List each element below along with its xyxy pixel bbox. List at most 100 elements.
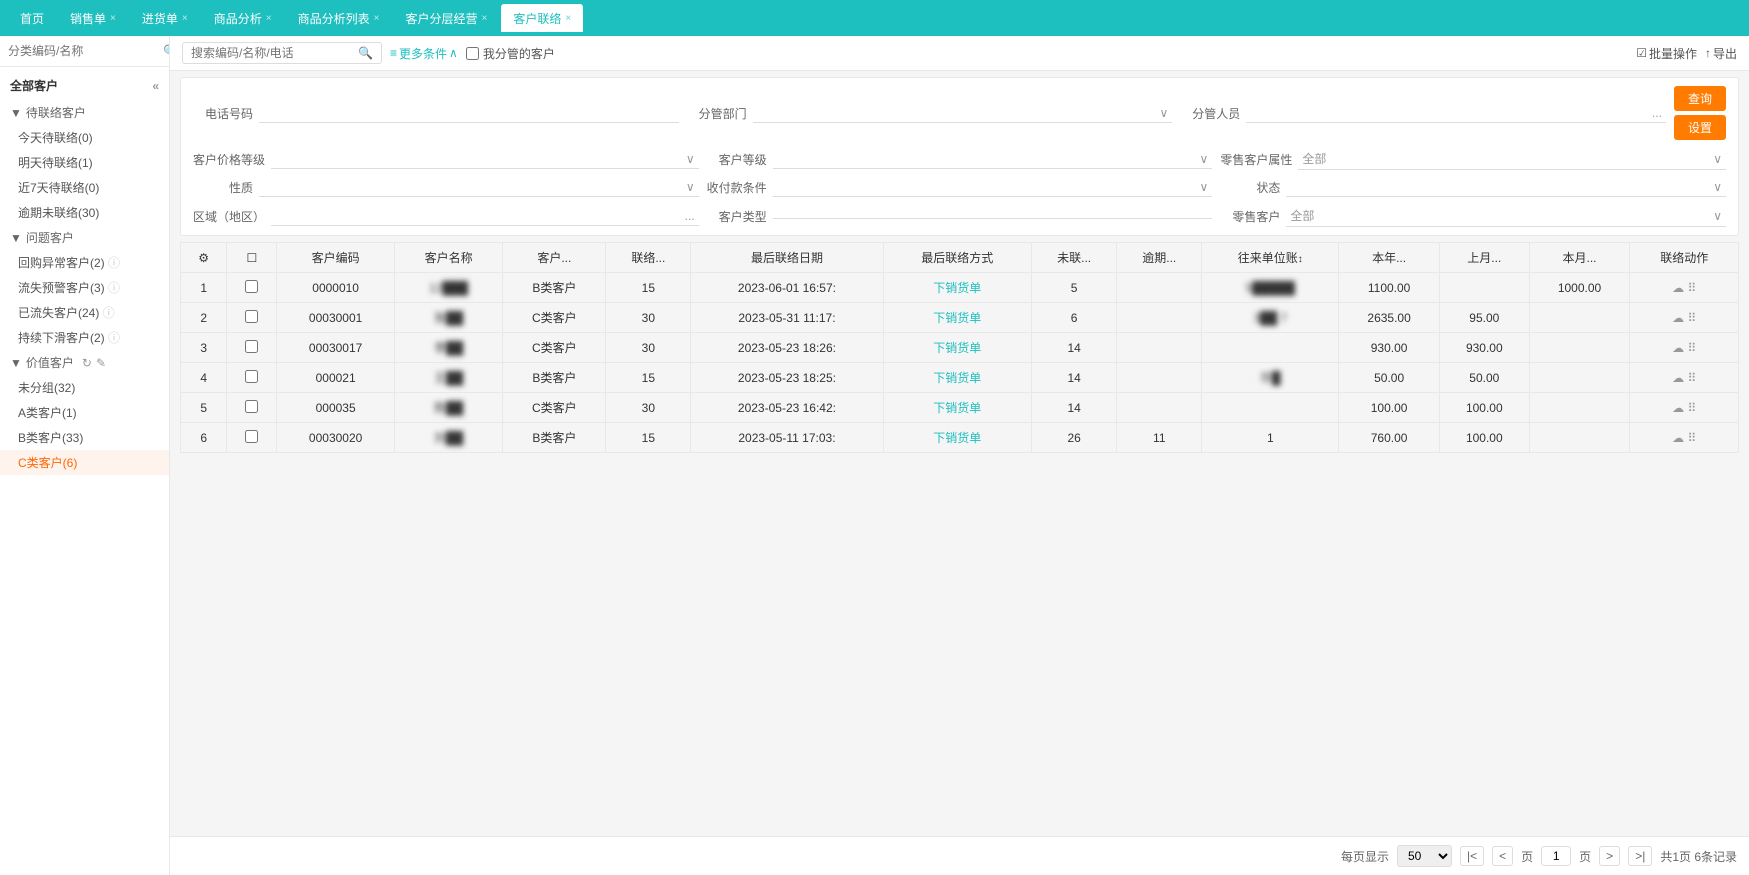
row4-action[interactable]: ☁ ⠿ [1630,363,1739,393]
last-page-btn[interactable]: >| [1628,846,1652,866]
region-dots-icon[interactable]: ... [685,209,695,223]
col-name[interactable]: 客户名称 [394,243,503,273]
first-page-btn[interactable]: |< [1460,846,1484,866]
more-conditions-btn[interactable]: ≡ 更多条件 ∧ [390,45,458,62]
export-btn[interactable]: ↑ 导出 [1705,45,1737,62]
sidebar-section-value[interactable]: ▼ 价值客户 ↻ ✎ [0,350,169,375]
batch-operations-btn[interactable]: ☑ 批量操作 [1636,45,1697,62]
retail-attr-select[interactable]: 全部 ∨ [1298,148,1726,170]
prev-page-btn[interactable]: < [1492,846,1513,866]
sidebar-item-today[interactable]: 今天待联络(0) [0,125,169,150]
row3-check[interactable] [227,333,277,363]
per-page-select[interactable]: 50 100 [1397,845,1452,867]
sidebar-item-7days[interactable]: 近7天待联络(0) [0,175,169,200]
dept-select[interactable]: ∨ [753,104,1173,123]
sidebar-item-unclassified[interactable]: 未分组(32) [0,375,169,400]
col-last-month[interactable]: 上月... [1440,243,1530,273]
row2-last-method[interactable]: 下销货单 [883,303,1032,333]
sidebar-search-icon[interactable]: 🔍 [163,44,170,58]
row4-last-method[interactable]: 下销货单 [883,363,1032,393]
row1-action[interactable]: ☁ ⠿ [1630,273,1739,303]
status-select[interactable]: ∨ [1286,178,1726,197]
edit-icon[interactable]: ✎ [96,356,106,370]
nav-purchase-close-icon[interactable]: × [182,13,188,24]
payment-select[interactable]: ∨ [773,178,1213,197]
nav-product-analysis-close-icon[interactable]: × [266,13,272,24]
col-overdue[interactable]: 逾期... [1117,243,1202,273]
row1-last-method[interactable]: 下销货单 [883,273,1032,303]
col-this-month[interactable]: 本月... [1529,243,1630,273]
my-customers-checkbox[interactable]: 我分管的客户 [466,45,555,62]
nav-customer-tier-close-icon[interactable]: × [481,13,487,24]
row5-action[interactable]: ☁ ⠿ [1630,393,1739,423]
col-unlinked[interactable]: 未联... [1032,243,1117,273]
row6-action[interactable]: ☁ ⠿ [1630,423,1739,453]
col-type[interactable]: 客户... [503,243,606,273]
customer-type-select[interactable] [773,214,1213,219]
nav-customer-tier[interactable]: 客户分层经营 × [393,4,499,32]
col-gear[interactable]: ⚙ [181,243,227,273]
col-this-year[interactable]: 本年... [1339,243,1440,273]
phone-input[interactable] [259,104,679,123]
sidebar-item-repurchase-abnormal[interactable]: 回购异常客户(2) ⓘ [0,250,169,275]
nav-sales[interactable]: 销售单 × [58,4,128,32]
nav-purchase[interactable]: 进货单 × [130,4,200,32]
next-page-btn[interactable]: > [1599,846,1620,866]
sidebar-item-class-b[interactable]: B类客户(33) [0,425,169,450]
row2-check[interactable] [227,303,277,333]
sidebar-search-input[interactable] [8,44,163,58]
nav-product-list-close-icon[interactable]: × [374,13,380,24]
row3-last-method[interactable]: 下销货单 [883,333,1032,363]
row2-action[interactable]: ☁ ⠿ [1630,303,1739,333]
col-last-date[interactable]: 最后联络日期 [691,243,883,273]
query-button[interactable]: 查询 [1674,86,1726,111]
nav-product-list[interactable]: 商品分析列表 × [286,4,392,32]
nav-customer-contact-close-icon[interactable]: × [565,13,571,24]
my-customers-check[interactable] [466,47,479,60]
col-last-method[interactable]: 最后联络方式 [883,243,1032,273]
customer-level-select[interactable]: ∨ [773,150,1213,169]
row4-check[interactable] [227,363,277,393]
search-input[interactable] [191,46,358,60]
row1-check[interactable] [227,273,277,303]
sidebar-item-class-c[interactable]: C类客户(6) [0,450,169,475]
row6-last-method[interactable]: 下销货单 [883,423,1032,453]
sidebar-all-customers[interactable]: 全部客户 « [0,71,169,100]
nav-home[interactable]: 首页 [8,4,56,32]
info-icon-declining: ⓘ [108,331,120,345]
sidebar-item-churn-warning[interactable]: 流失预警客户(3) ⓘ [0,275,169,300]
table-scroll[interactable]: ⚙ ☐ 客户编码 客户名称 客户... 联络... 最后联络日期 最后联络方式 … [180,242,1739,836]
nature-select[interactable]: ∨ [259,178,699,197]
sidebar-section-pending[interactable]: ▼ 待联络客户 [0,100,169,125]
person-dots-icon[interactable]: ... [1652,106,1662,120]
sidebar-item-tomorrow[interactable]: 明天待联络(1) [0,150,169,175]
nav-product-analysis[interactable]: 商品分析 × [202,4,284,32]
sidebar-section-problem[interactable]: ▼ 问题客户 [0,225,169,250]
search-icon[interactable]: 🔍 [358,46,373,60]
col-action[interactable]: 联络动作 [1630,243,1739,273]
row3-action[interactable]: ☁ ⠿ [1630,333,1739,363]
col-checkbox[interactable]: ☐ [227,243,277,273]
nav-sales-close-icon[interactable]: × [110,13,116,24]
sidebar-item-class-a[interactable]: A类客户(1) [0,400,169,425]
nav-customer-contact[interactable]: 客户联络 × [501,4,583,32]
sidebar-item-declining[interactable]: 持续下滑客户(2) ⓘ [0,325,169,350]
refresh-icon[interactable]: ↻ [82,356,92,370]
sidebar-item-churned[interactable]: 已流失客户(24) ⓘ [0,300,169,325]
retail-customer-select[interactable]: 全部 ∨ [1286,205,1726,227]
row5-check[interactable] [227,393,277,423]
sidebar-collapse-icon[interactable]: « [152,79,159,93]
filter-payment: 收付款条件 ∨ [707,178,1213,197]
col-code[interactable]: 客户编码 [277,243,394,273]
col-contact[interactable]: 联络... [606,243,691,273]
settings-button[interactable]: 设置 [1674,115,1726,140]
person-select[interactable]: ... [1246,104,1666,123]
page-input[interactable] [1541,846,1571,866]
region-select[interactable]: ... [271,207,699,226]
col-account[interactable]: 往来单位账↕ [1202,243,1339,273]
row6-check[interactable] [227,423,277,453]
sidebar-item-overdue[interactable]: 逾期未联络(30) [0,200,169,225]
price-level-select[interactable]: ∨ [271,150,699,169]
search-box[interactable]: 🔍 [182,42,382,64]
row5-last-method[interactable]: 下销货单 [883,393,1032,423]
